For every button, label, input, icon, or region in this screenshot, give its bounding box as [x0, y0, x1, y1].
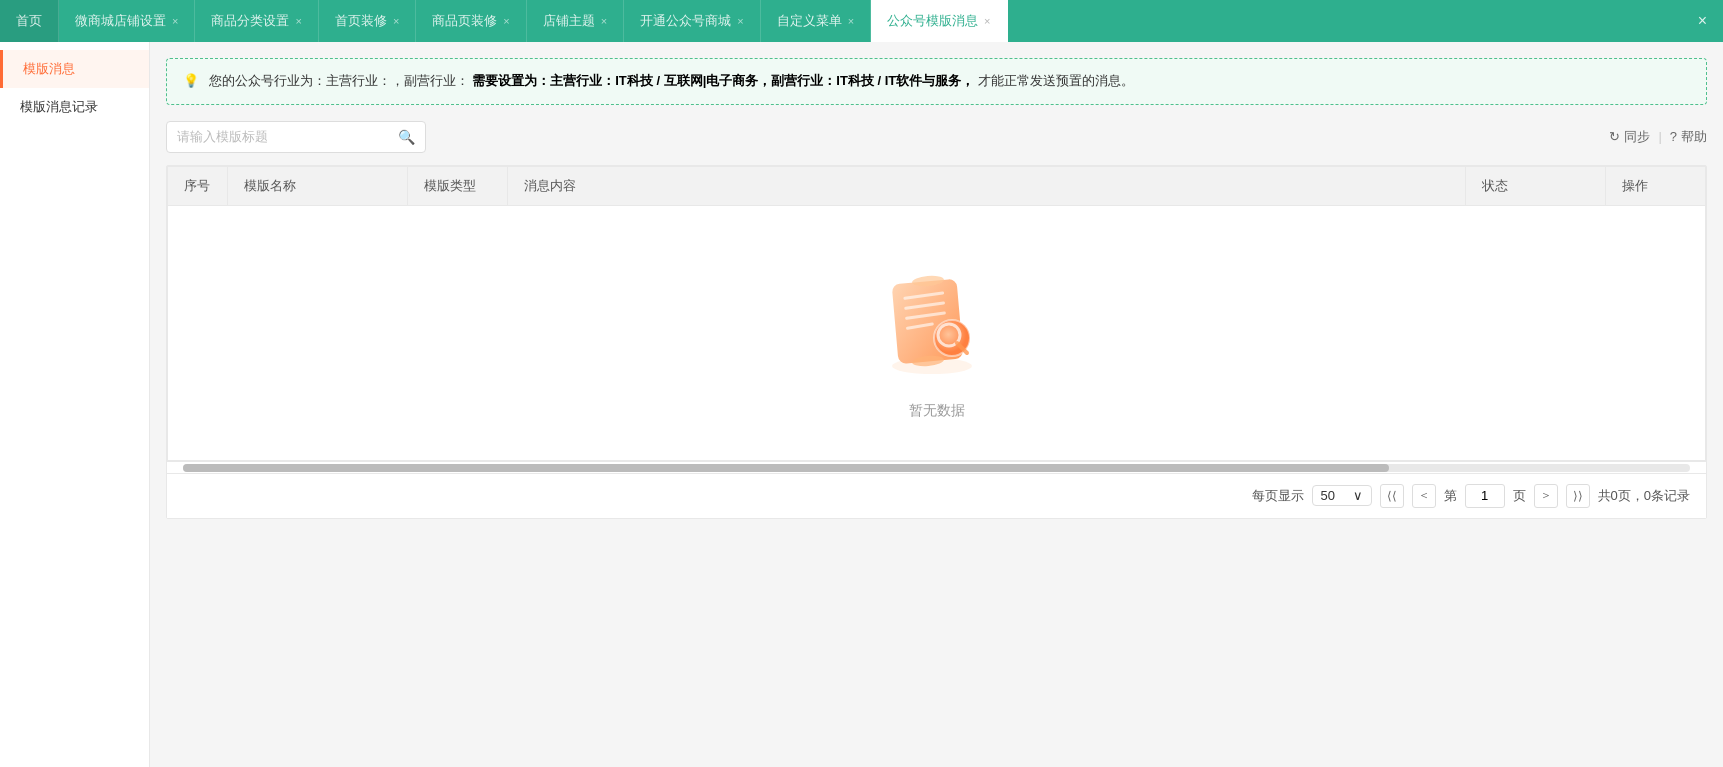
empty-svg-icon	[877, 266, 997, 386]
pagination-bar: 每页显示 50 ∨ ⟨⟨ ＜ 第 页 ＞ ⟩⟩	[167, 473, 1706, 518]
help-circle-icon: ?	[1670, 129, 1677, 144]
tab-product-page-decor-close[interactable]: ×	[503, 15, 509, 27]
col-header-content: 消息内容	[508, 166, 1466, 205]
tab-product-category[interactable]: 商品分类设置 ×	[195, 0, 318, 42]
tab-open-public-shop[interactable]: 开通公众号商城 ×	[624, 0, 760, 42]
tab-homepage-decor[interactable]: 首页装修 ×	[319, 0, 416, 42]
search-input[interactable]	[177, 129, 398, 144]
tab-template-msg-label: 公众号模版消息	[887, 12, 978, 30]
data-table: 序号 模版名称 模版类型 消息内容 状态	[167, 166, 1706, 461]
table-header-row: 序号 模版名称 模版类型 消息内容 状态	[168, 166, 1706, 205]
tab-wechat-shop-label: 微商城店铺设置	[75, 12, 166, 30]
tab-shop-theme-label: 店铺主题	[543, 12, 595, 30]
page-first-icon: ⟨⟨	[1387, 489, 1397, 503]
help-button[interactable]: ? 帮助	[1670, 128, 1707, 146]
page-size-select[interactable]: 50 ∨	[1312, 485, 1372, 506]
help-label: 帮助	[1681, 128, 1707, 146]
tab-home-label: 首页	[16, 12, 42, 30]
tab-shop-theme-close[interactable]: ×	[601, 15, 607, 27]
tab-product-category-close[interactable]: ×	[295, 15, 301, 27]
sidebar-item-template-msg-record[interactable]: 模版消息记录	[0, 88, 149, 126]
notice-banner: 💡 您的公众号行业为：主营行业：，副营行业： 需要设置为：主营行业：IT科技 /…	[166, 58, 1707, 105]
sidebar-item-template-msg-record-label: 模版消息记录	[20, 99, 98, 114]
sync-icon: ↻	[1609, 129, 1620, 144]
page-size-value: 50	[1321, 488, 1335, 503]
scrollbar-track	[183, 464, 1690, 472]
horizontal-scrollbar[interactable]	[167, 461, 1706, 473]
search-bar: 🔍 ↻ 同步 | ? 帮助	[166, 121, 1707, 153]
table-wrapper: 序号 模版名称 模版类型 消息内容 状态	[166, 165, 1707, 519]
notice-highlight: 需要设置为：主营行业：IT科技 / 互联网|电子商务，副营行业：IT科技 / I…	[472, 73, 974, 88]
tab-custom-menu[interactable]: 自定义菜单 ×	[761, 0, 871, 42]
tab-custom-menu-label: 自定义菜单	[777, 12, 842, 30]
tab-template-msg-close[interactable]: ×	[984, 15, 990, 27]
empty-state: 暂无数据	[168, 206, 1705, 460]
tab-homepage-decor-close[interactable]: ×	[393, 15, 399, 27]
tab-custom-menu-close[interactable]: ×	[848, 15, 854, 27]
tab-bar-close-all[interactable]: ×	[1682, 12, 1723, 30]
page-prev-button[interactable]: ＜	[1412, 484, 1436, 508]
toolbar-right: ↻ 同步 | ? 帮助	[1609, 128, 1707, 146]
tab-wechat-shop[interactable]: 微商城店铺设置 ×	[59, 0, 195, 42]
page-number-input[interactable]	[1465, 484, 1505, 508]
tab-open-public-shop-label: 开通公众号商城	[640, 12, 731, 30]
page-size-label: 每页显示	[1252, 487, 1304, 505]
page-next-button[interactable]: ＞	[1534, 484, 1558, 508]
bulb-icon: 💡	[183, 73, 199, 88]
page-last-button[interactable]: ⟩⟩	[1566, 484, 1590, 508]
col-header-status: 状态	[1466, 166, 1606, 205]
col-header-seq: 序号	[168, 166, 228, 205]
page-next-icon: ＞	[1540, 487, 1552, 504]
search-button[interactable]: 🔍	[398, 129, 415, 145]
search-icon: 🔍	[398, 129, 415, 145]
page-label: 第	[1444, 487, 1457, 505]
sidebar: 模版消息 模版消息记录	[0, 42, 150, 767]
page-ye-label: 页	[1513, 487, 1526, 505]
sidebar-item-template-msg[interactable]: 模版消息	[0, 50, 149, 88]
tab-shop-theme[interactable]: 店铺主题 ×	[527, 0, 624, 42]
empty-text: 暂无数据	[188, 402, 1685, 420]
empty-illustration	[877, 266, 997, 386]
chevron-down-icon: ∨	[1353, 488, 1363, 503]
page-total-label: 共0页，0条记录	[1598, 487, 1690, 505]
page-prev-icon: ＜	[1418, 487, 1430, 504]
sync-label: 同步	[1624, 128, 1650, 146]
search-input-wrap: 🔍	[166, 121, 426, 153]
tab-wechat-shop-close[interactable]: ×	[172, 15, 178, 27]
sidebar-item-template-msg-label: 模版消息	[23, 61, 75, 76]
notice-prefix: 您的公众号行业为：主营行业：，副营行业：	[209, 73, 469, 88]
tab-home[interactable]: 首页	[0, 0, 59, 42]
tab-homepage-decor-label: 首页装修	[335, 12, 387, 30]
toolbar-sep: |	[1658, 129, 1661, 144]
sync-button[interactable]: ↻ 同步	[1609, 128, 1650, 146]
notice-suffix: 才能正常发送预置的消息。	[978, 73, 1134, 88]
page-first-button[interactable]: ⟨⟨	[1380, 484, 1404, 508]
tab-bar: 首页 微商城店铺设置 × 商品分类设置 × 首页装修 × 商品页装修 × 店铺主…	[0, 0, 1723, 42]
tab-product-page-decor-label: 商品页装修	[432, 12, 497, 30]
col-header-action: 操作	[1606, 166, 1706, 205]
page-last-icon: ⟩⟩	[1573, 489, 1583, 503]
tab-product-category-label: 商品分类设置	[211, 12, 289, 30]
scrollbar-thumb[interactable]	[183, 464, 1389, 472]
col-header-type: 模版类型	[408, 166, 508, 205]
col-header-name: 模版名称	[228, 166, 408, 205]
tab-product-page-decor[interactable]: 商品页装修 ×	[416, 0, 526, 42]
content-area: 💡 您的公众号行业为：主营行业：，副营行业： 需要设置为：主营行业：IT科技 /…	[150, 42, 1723, 767]
tab-template-msg[interactable]: 公众号模版消息 ×	[871, 0, 1007, 42]
tab-open-public-shop-close[interactable]: ×	[737, 15, 743, 27]
main-layout: 模版消息 模版消息记录 💡 您的公众号行业为：主营行业：，副营行业： 需要设置为…	[0, 42, 1723, 767]
